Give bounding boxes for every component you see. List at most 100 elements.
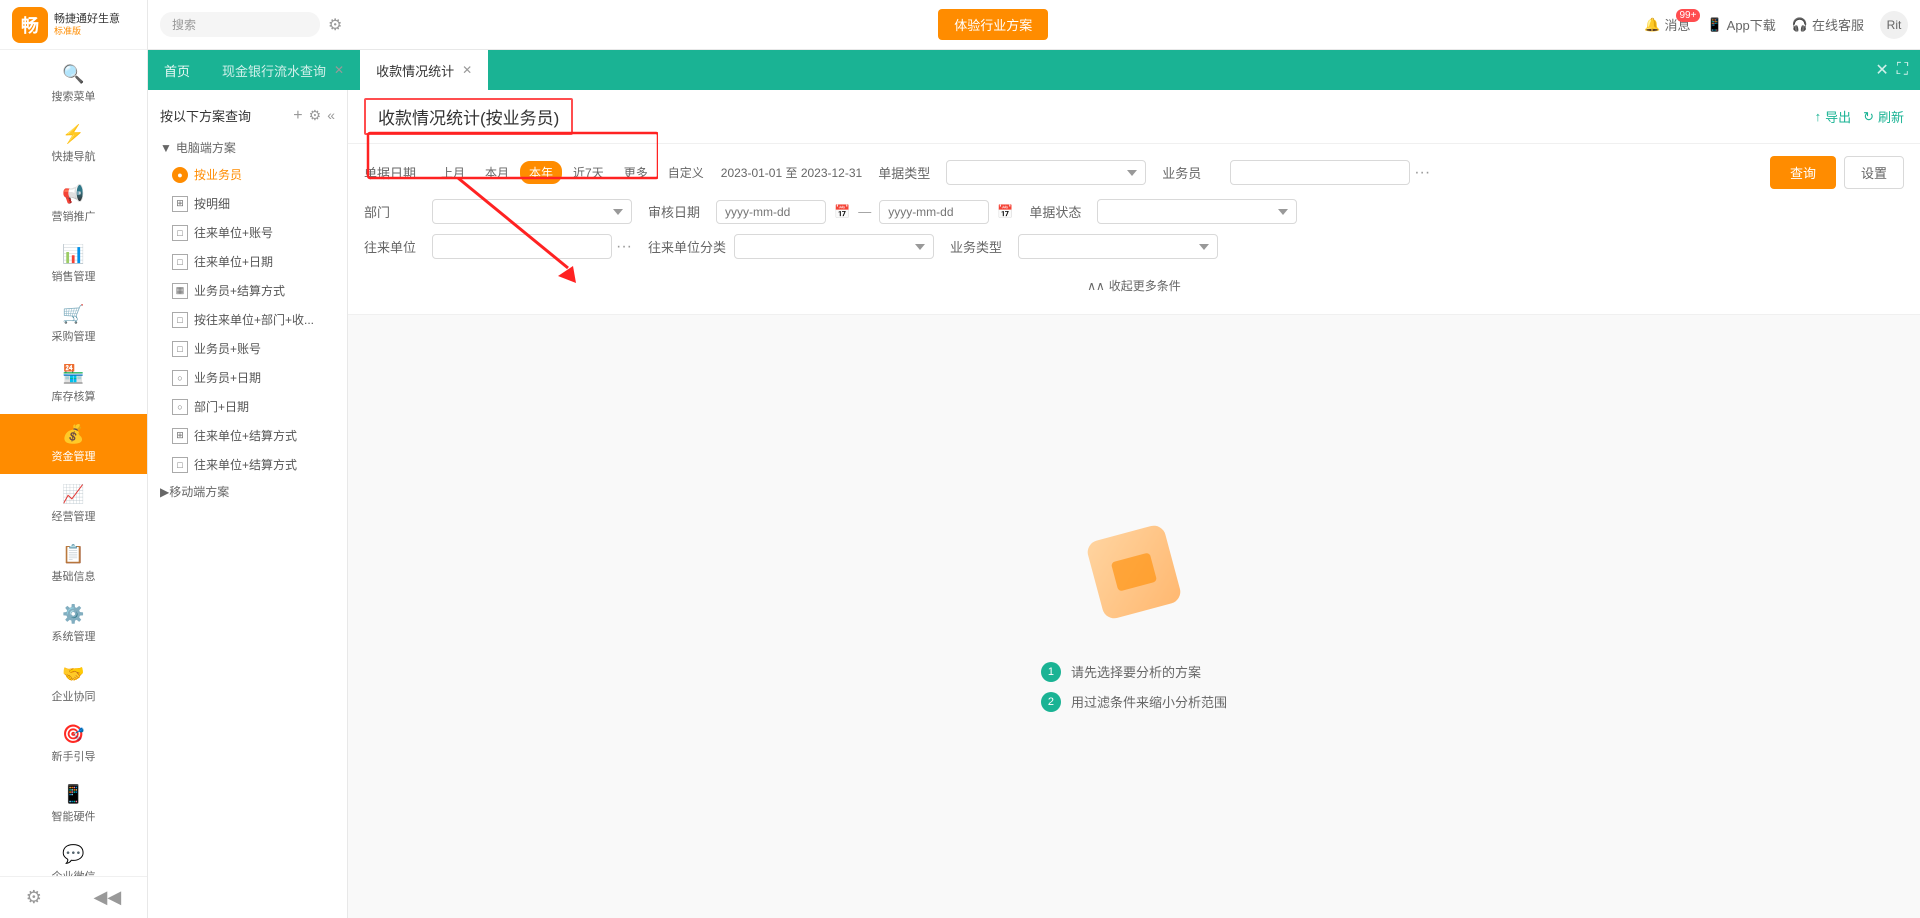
sidebar-item-search[interactable]: 🔍 搜索菜单 [0,54,147,114]
date-tab-last7[interactable]: 近7天 [564,161,613,184]
schema-item-cust-date[interactable]: □ 往来单位+日期 [148,247,347,276]
schema-item-sales-settle[interactable]: ▦ 业务员+结算方式 [148,276,347,305]
sidebar-item-system[interactable]: ⚙️ 系统管理 [0,594,147,654]
app-download-button[interactable]: 📱 App下载 [1706,15,1775,34]
schema-item-cust-settle1[interactable]: ⊞ 往来单位+结算方式 [148,421,347,450]
date-tab-lastmonth[interactable]: 上月 [432,161,474,184]
settings-button[interactable]: 设置 [1844,156,1904,189]
topbar-left: 搜索 ⚙ [160,12,342,37]
collapse-more-btn[interactable]: ∧∧ 收起更多条件 [364,269,1904,302]
phone-icon: 📱 [1706,17,1722,33]
date-tab-thisyear[interactable]: 本年 [520,161,562,184]
sidebar-item-inventory[interactable]: 🏪 库存核算 [0,354,147,414]
dept-select[interactable] [432,199,632,224]
schema-item-cust-account-icon: □ [172,225,188,241]
refresh-button[interactable]: ↻ 刷新 [1863,107,1904,126]
biztype-select[interactable] [1018,234,1218,259]
salesperson-input[interactable] [1230,160,1410,185]
query-button[interactable]: 查询 [1770,156,1836,189]
desktop-schema-section: ▼ 电脑端方案 ● 按业务员 ⊞ 按明细 □ 往来单位+账号 □ 往来单位 [148,135,347,479]
topbar-right: 🔔 消息 99+ 📱 App下载 🎧 在线客服 Rit [1644,11,1908,39]
settings-bottom-icon[interactable]: ⚙ [26,887,42,908]
step-1-num: 1 [1041,662,1061,682]
filter-biztype-item: 业务类型 [950,234,1218,259]
sidebar-item-corp[interactable]: 🤝 企业协同 [0,654,147,714]
mobile-section-title[interactable]: ▶ 移动端方案 [148,479,347,504]
salesperson-more-icon[interactable]: ··· [1414,164,1430,182]
dept-label: 部门 [364,202,424,221]
date-tabs: 上月 本月 本年 近7天 更多 自定义 [432,161,713,184]
guide-icon: 🎯 [62,724,84,745]
filter-docstatus-item: 单据状态 [1029,199,1297,224]
schema-item-cust-settle2-icon: □ [172,457,188,473]
desktop-section-title[interactable]: ▼ 电脑端方案 [148,135,347,160]
calendar-from-icon[interactable]: 📅 [834,204,850,220]
filter-dept-item: 部门 [364,199,632,224]
close-window-icon[interactable]: ✕ [1875,60,1888,80]
empty-face [1111,552,1157,591]
tab-close-receipt[interactable]: ✕ [462,63,472,77]
tab-home[interactable]: 首页 [148,50,206,90]
schema-item-sales-date[interactable]: ○ 业务员+日期 [148,363,347,392]
sidebar-item-operation[interactable]: 📈 经营管理 [0,474,147,534]
filter-doctype-item: 单据类型 [878,160,1146,185]
tab-close-bank[interactable]: ✕ [334,63,344,77]
collapse-up-icon: ∧∧ [1087,279,1105,293]
sidebar-item-wechat[interactable]: 💬 企业微信 [0,834,147,876]
app-logo: 畅 畅捷通好生意 标准版 [0,0,147,50]
sidebar-item-basic[interactable]: 📋 基础信息 [0,534,147,594]
finance-icon: 💰 [62,424,84,445]
schema-settings-icon[interactable]: ⚙ [309,107,322,125]
trial-button[interactable]: 体验行业方案 [938,9,1048,40]
schema-item-sales-account[interactable]: □ 业务员+账号 [148,334,347,363]
right-content: 收款情况统计(按业务员) ↑ 导出 ↻ 刷新 [348,90,1920,918]
date-tab-custom[interactable]: 自定义 [659,161,713,184]
reviewdate-to-input[interactable] [879,200,989,224]
collapse-sidebar-icon[interactable]: ◀◀ [94,887,122,908]
doctype-label: 单据类型 [878,163,938,182]
topbar: 搜索 ⚙ 体验行业方案 🔔 消息 99+ 📱 App下载 🎧 在线客服 Rit [148,0,1920,50]
filter-btn-area: 查询 设置 [1770,156,1904,189]
docstatus-select[interactable] [1097,199,1297,224]
schema-item-dept-date[interactable]: ○ 部门+日期 [148,392,347,421]
schema-item-cust-account[interactable]: □ 往来单位+账号 [148,218,347,247]
date-tab-thismonth[interactable]: 本月 [476,161,518,184]
sidebar: 畅 畅捷通好生意 标准版 🔍 搜索菜单 ⚡ 快捷导航 📢 营销推广 📊 销售管理… [0,0,148,918]
doctype-select[interactable] [946,160,1146,185]
tab-receipt[interactable]: 收款情况统计 ✕ [360,50,488,90]
salesperson-label: 业务员 [1162,163,1222,182]
calendar-to-icon[interactable]: 📅 [997,204,1013,220]
add-schema-icon[interactable]: + [293,107,302,125]
message-button[interactable]: 🔔 消息 99+ [1644,15,1690,34]
customer-more-icon[interactable]: ··· [616,238,632,256]
export-button[interactable]: ↑ 导出 [1815,107,1852,126]
tab-bank[interactable]: 现金银行流水查询 ✕ [206,50,360,90]
sidebar-item-guide[interactable]: 🎯 新手引导 [0,714,147,774]
topbar-gear-icon[interactable]: ⚙ [328,15,342,35]
custclassify-select[interactable] [734,234,934,259]
schema-item-cust-settle2[interactable]: □ 往来单位+结算方式 [148,450,347,479]
sidebar-item-sales[interactable]: 📊 销售管理 [0,234,147,294]
schema-item-cust-dept[interactable]: □ 按往来单位+部门+收... [148,305,347,334]
collapse-panel-icon[interactable]: « [327,107,335,125]
filter-salesperson-item: 业务员 ··· [1162,160,1430,185]
sidebar-item-finance[interactable]: 💰 资金管理 [0,414,147,474]
date-tab-more[interactable]: 更多 [615,161,657,184]
schema-item-salesperson[interactable]: ● 按业务员 [148,160,347,189]
logo-text: 畅捷通好生意 标准版 [54,12,120,38]
schema-item-detail[interactable]: ⊞ 按明细 [148,189,347,218]
online-service-button[interactable]: 🎧 在线客服 [1792,15,1864,34]
reviewdate-from-input[interactable] [716,200,826,224]
sidebar-item-marketing[interactable]: 📢 营销推广 [0,174,147,234]
user-avatar[interactable]: Rit [1880,11,1908,39]
logo-icon: 畅 [12,7,48,43]
sidebar-item-purchase[interactable]: 🛒 采购管理 [0,294,147,354]
tabbar-right: ✕ ⛶ [1875,60,1920,80]
empty-steps: 1 请先选择要分析的方案 2 用过滤条件来缩小分析范围 [1041,662,1227,712]
customer-input[interactable] [432,234,612,259]
sidebar-item-quick[interactable]: ⚡ 快捷导航 [0,114,147,174]
sidebar-item-hardware[interactable]: 📱 智能硬件 [0,774,147,834]
expand-window-icon[interactable]: ⛶ [1897,61,1908,79]
schema-item-dept-date-icon: ○ [172,399,188,415]
panel-header: 按以下方案查询 + ⚙ « [148,100,347,131]
